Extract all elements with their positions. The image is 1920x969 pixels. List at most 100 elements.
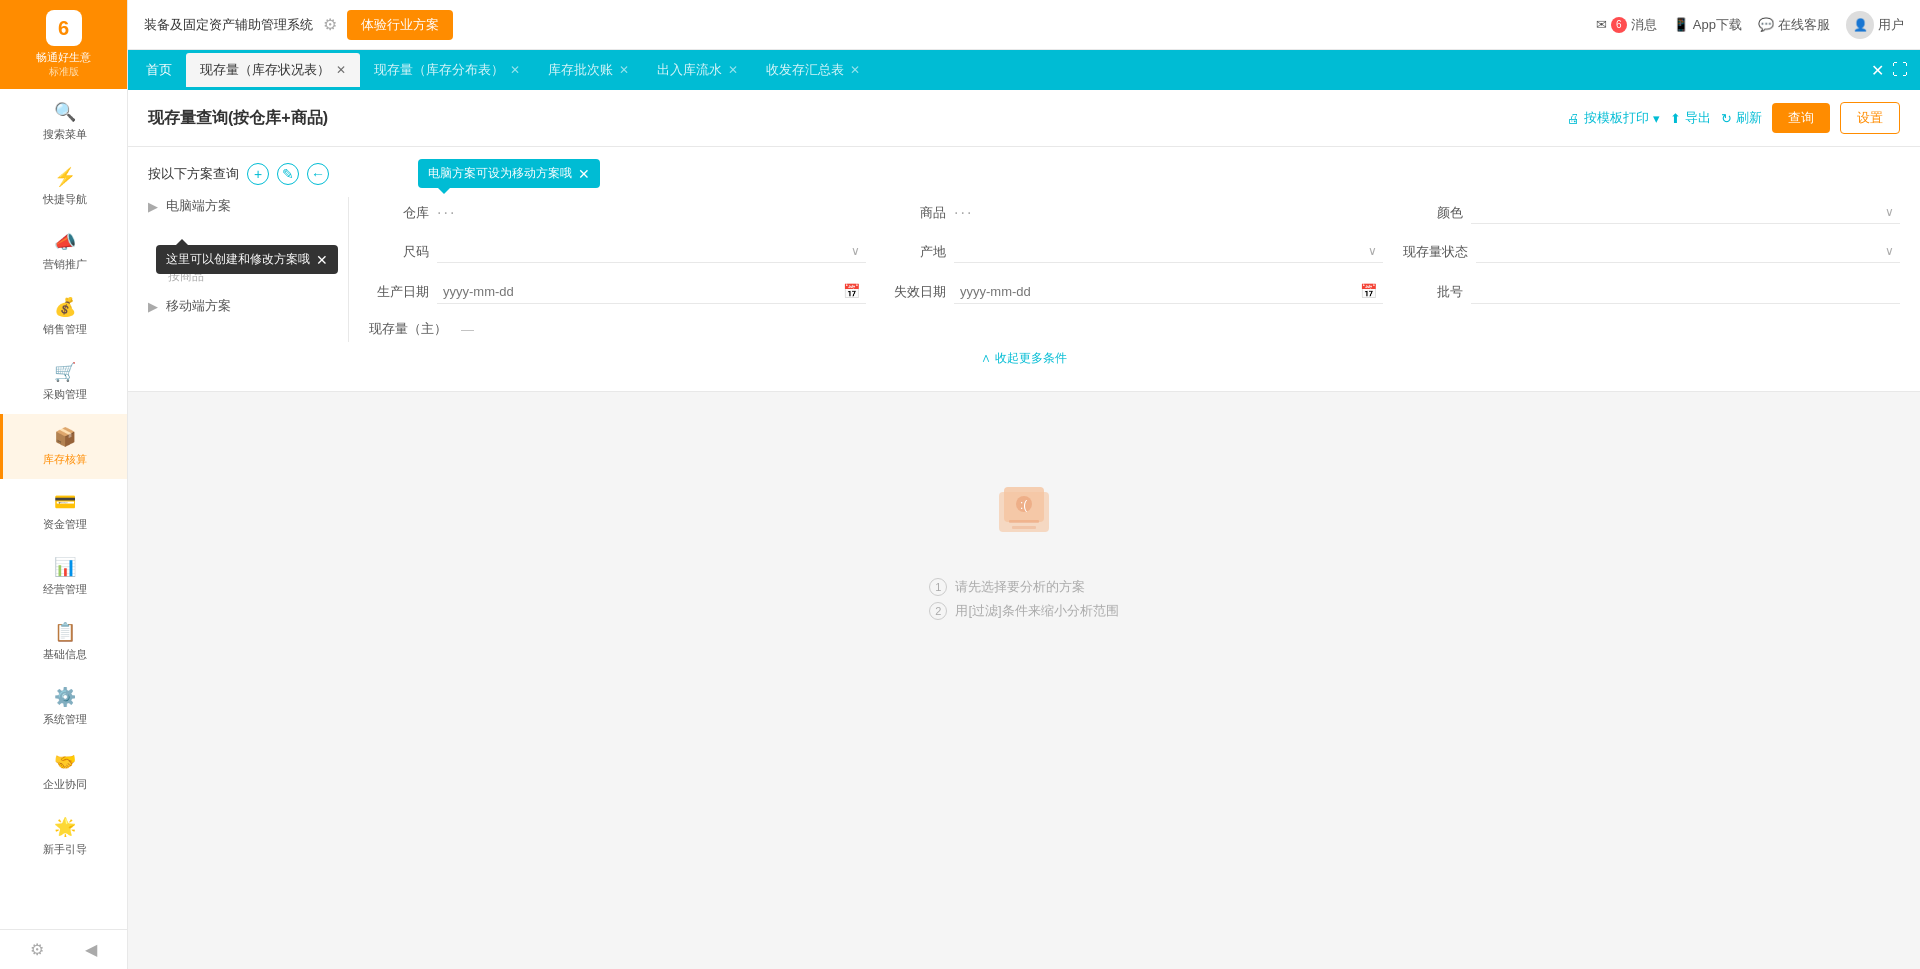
- system-title: 装备及固定资产辅助管理系统: [144, 16, 313, 34]
- system-icon: ⚙️: [54, 686, 76, 708]
- message-button[interactable]: ✉ 6 消息: [1596, 16, 1657, 34]
- sidebar-item-enterprise[interactable]: 🤝 企业协同: [0, 739, 127, 804]
- tab-batch-account-close[interactable]: ✕: [619, 63, 629, 77]
- size-select[interactable]: ∨: [437, 240, 866, 263]
- tooltip-create-close[interactable]: ✕: [316, 252, 328, 268]
- export-button[interactable]: ⬆ 导出: [1670, 109, 1711, 127]
- tab-fullscreen-icon[interactable]: ⛶: [1892, 61, 1908, 79]
- empty-state: :( 1 请先选择要分析的方案 2 用[过滤]条件来缩小分析范围: [128, 392, 1920, 706]
- collapse-label: 收起更多条件: [995, 351, 1067, 365]
- sidebar-item-inventory[interactable]: 📦 库存核算: [0, 414, 127, 479]
- tab-inventory-dist[interactable]: 现存量（库存分布表） ✕: [360, 53, 534, 87]
- sidebar-bottom: ⚙ ◀: [0, 929, 127, 969]
- filter-add-button[interactable]: +: [247, 163, 269, 185]
- export-icon: ⬆: [1670, 111, 1681, 126]
- print-button[interactable]: 🖨 按模板打印 ▾: [1567, 109, 1660, 127]
- sidebar-item-sales[interactable]: 💰 销售管理: [0, 284, 127, 349]
- mobile-arrow-icon: ▶: [148, 299, 158, 314]
- product-dots[interactable]: ···: [954, 204, 973, 222]
- user-label: 用户: [1878, 16, 1904, 34]
- app-icon: 📱: [1673, 17, 1689, 32]
- app-label: App下载: [1693, 16, 1742, 34]
- tab-inventory-status-close[interactable]: ✕: [336, 63, 346, 77]
- settings-button[interactable]: 设置: [1840, 102, 1900, 134]
- stock-main-label: 现存量（主）: [369, 320, 447, 338]
- production-date-label: 生产日期: [369, 283, 429, 301]
- production-date-calendar-icon[interactable]: 📅: [843, 283, 860, 299]
- filter-stock-status: 现存量状态 ∨: [1403, 236, 1900, 267]
- tab-recv-send-summary-close[interactable]: ✕: [850, 63, 860, 77]
- refresh-button[interactable]: ↻ 刷新: [1721, 109, 1762, 127]
- sidebar-item-operation[interactable]: 📊 经营管理: [0, 544, 127, 609]
- production-date-field[interactable]: [443, 284, 839, 299]
- production-date-input[interactable]: 📅: [437, 279, 866, 304]
- sidebar-item-marketing[interactable]: 📣 营销推广: [0, 219, 127, 284]
- header-left: 装备及固定资产辅助管理系统 ⚙ 体验行业方案: [144, 10, 453, 40]
- app-download-button[interactable]: 📱 App下载: [1673, 16, 1742, 34]
- sidebar-item-quick[interactable]: ⚡ 快捷导航: [0, 154, 127, 219]
- sidebar-item-guide[interactable]: 🌟 新手引导: [0, 804, 127, 869]
- scheme-mobile-row: ▶ 移动端方案: [148, 297, 348, 315]
- warehouse-dots[interactable]: ···: [437, 204, 456, 222]
- tab-inventory-status[interactable]: 现存量（库存状况表） ✕: [186, 53, 360, 87]
- tab-inout-flow-close[interactable]: ✕: [728, 63, 738, 77]
- scheme-mobile-item[interactable]: 移动端方案: [166, 297, 231, 315]
- tab-inventory-dist-label: 现存量（库存分布表）: [374, 61, 504, 79]
- sidebar-logo: 6 畅通好生意 标准版: [0, 0, 127, 89]
- user-menu[interactable]: 👤 用户: [1846, 11, 1904, 39]
- tab-inout-flow[interactable]: 出入库流水 ✕: [643, 53, 752, 87]
- sidebar-nav: 🔍 搜索菜单 ⚡ 快捷导航 📣 营销推广 💰 销售管理 🛒 采购管理 📦 库存核…: [0, 89, 127, 929]
- empty-icon: :(: [984, 472, 1064, 552]
- sidebar-settings-button[interactable]: ⚙: [30, 940, 44, 959]
- step-1-text: 请先选择要分析的方案: [955, 578, 1085, 596]
- sidebar-item-system[interactable]: ⚙️ 系统管理: [0, 674, 127, 739]
- size-label: 尺码: [369, 243, 429, 261]
- header-settings-icon[interactable]: ⚙: [323, 15, 337, 34]
- page-header: 现存量查询(按仓库+商品) 🖨 按模板打印 ▾ ⬆ 导出 ↻ 刷新 查询 设置: [128, 90, 1920, 147]
- filter-color: 颜色 ∨: [1403, 197, 1900, 228]
- page-content: 现存量查询(按仓库+商品) 🖨 按模板打印 ▾ ⬆ 导出 ↻ 刷新 查询 设置: [128, 90, 1920, 969]
- filter-edit-button[interactable]: ✎: [277, 163, 299, 185]
- stock-status-select[interactable]: ∨: [1476, 240, 1900, 263]
- scheme-desktop-item[interactable]: 电脑端方案: [166, 197, 231, 215]
- support-label: 在线客服: [1778, 16, 1830, 34]
- tab-recv-send-summary[interactable]: 收发存汇总表 ✕: [752, 53, 874, 87]
- filter-warehouse: 仓库 ···: [369, 197, 866, 228]
- message-label: 消息: [1631, 16, 1657, 34]
- expiry-date-input[interactable]: 📅: [954, 279, 1383, 304]
- tooltip-create-text: 这里可以创建和修改方案哦: [166, 251, 310, 268]
- filter-back-button[interactable]: ←: [307, 163, 329, 185]
- sidebar-item-purchase[interactable]: 🛒 采购管理: [0, 349, 127, 414]
- empty-step-2: 2 用[过滤]条件来缩小分析范围: [929, 602, 1118, 620]
- collapse-bar[interactable]: ∧ 收起更多条件: [148, 342, 1900, 375]
- logo-icon: 6: [46, 10, 82, 46]
- scheme-mobile-label: 移动端方案: [166, 297, 231, 315]
- tab-batch-account[interactable]: 库存批次账 ✕: [534, 53, 643, 87]
- tooltip-desktop-close[interactable]: ✕: [578, 166, 590, 182]
- marketing-icon: 📣: [54, 231, 76, 253]
- sidebar-collapse-button[interactable]: ◀: [85, 940, 97, 959]
- expiry-date-field[interactable]: [960, 284, 1356, 299]
- tab-batch-account-label: 库存批次账: [548, 61, 613, 79]
- batch-input[interactable]: [1471, 280, 1900, 304]
- tab-inout-flow-label: 出入库流水: [657, 61, 722, 79]
- page-title: 现存量查询(按仓库+商品): [148, 108, 328, 129]
- stock-main-dash: —: [461, 322, 474, 337]
- tab-inventory-dist-close[interactable]: ✕: [510, 63, 520, 77]
- tab-close-all-icon[interactable]: ✕: [1871, 61, 1884, 80]
- color-select[interactable]: ∨: [1471, 201, 1900, 224]
- stock-status-chevron-icon: ∨: [1885, 244, 1894, 258]
- sidebar-item-search[interactable]: 🔍 搜索菜单: [0, 89, 127, 154]
- query-button[interactable]: 查询: [1772, 103, 1830, 133]
- experience-button[interactable]: 体验行业方案: [347, 10, 453, 40]
- scheme-desktop-label: 电脑端方案: [166, 197, 231, 215]
- user-avatar: 👤: [1846, 11, 1874, 39]
- filter-section-label: 按以下方案查询: [148, 165, 239, 183]
- expiry-date-calendar-icon[interactable]: 📅: [1360, 283, 1377, 299]
- sidebar-item-basic[interactable]: 📋 基础信息: [0, 609, 127, 674]
- origin-select[interactable]: ∨: [954, 240, 1383, 263]
- filter-batch: 批号: [1403, 275, 1900, 308]
- tab-home[interactable]: 首页: [132, 53, 186, 87]
- support-button[interactable]: 💬 在线客服: [1758, 16, 1830, 34]
- sidebar-item-finance[interactable]: 💳 资金管理: [0, 479, 127, 544]
